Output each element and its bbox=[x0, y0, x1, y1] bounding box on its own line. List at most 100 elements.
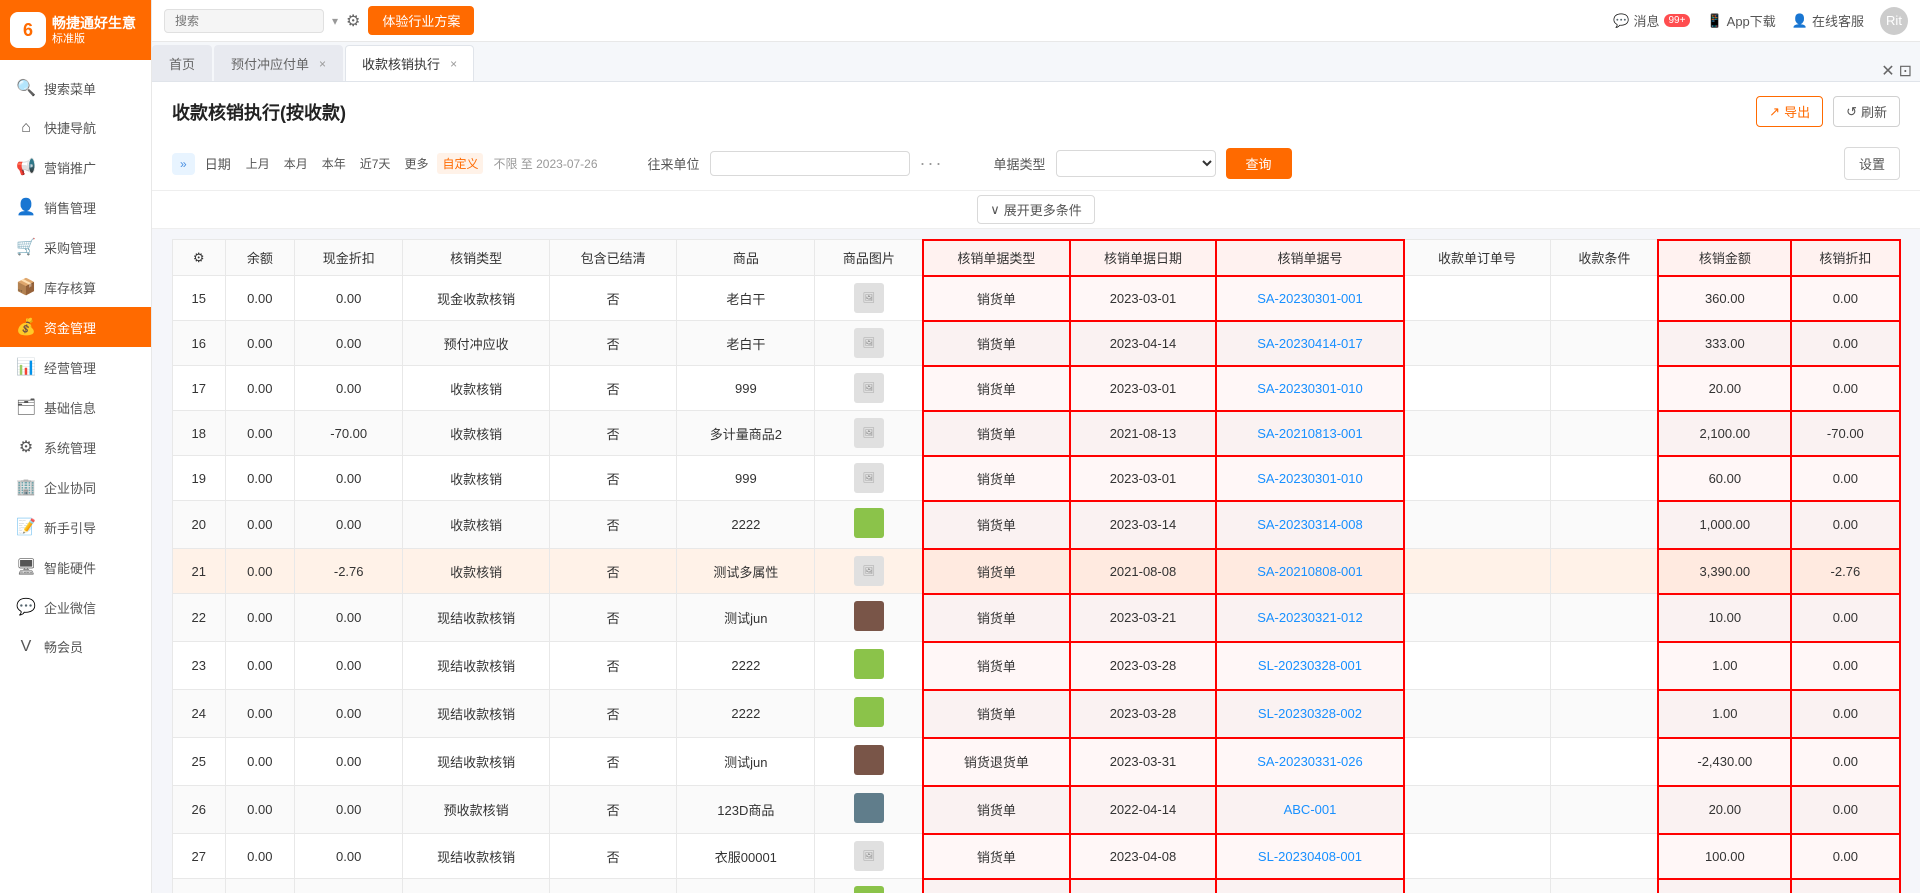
sidebar-item-system[interactable]: ⚙系统管理 bbox=[0, 427, 151, 467]
refresh-btn[interactable]: ↺ 刷新 bbox=[1833, 96, 1900, 127]
bill-no-link[interactable]: SA-20230301-010 bbox=[1257, 381, 1363, 396]
th-product: 商品 bbox=[677, 240, 815, 276]
sidebar-item-inventory[interactable]: 📦库存核算 bbox=[0, 267, 151, 307]
bill-no-link[interactable]: SA-20230301-010 bbox=[1257, 471, 1363, 486]
td-cash_discount: 0.00 bbox=[295, 456, 403, 501]
bill-no-link[interactable]: SA-20230321-012 bbox=[1257, 610, 1363, 625]
sidebar-item-finance[interactable]: 💰资金管理 bbox=[0, 307, 151, 347]
bill-no-link[interactable]: SL-20230408-001 bbox=[1258, 849, 1362, 864]
expand-left-btn[interactable]: » bbox=[172, 153, 195, 175]
gear-icon[interactable]: ⚙ bbox=[346, 11, 360, 31]
date-btn-last-month[interactable]: 上月 bbox=[241, 153, 275, 174]
tab-collection[interactable]: 收款核销执行× bbox=[345, 45, 474, 81]
td-verify_amount: 100.00 bbox=[1658, 879, 1791, 893]
td-product: 2222 bbox=[677, 690, 815, 738]
sidebar-item-sales[interactable]: 👤销售管理 bbox=[0, 187, 151, 227]
table-row: 220.000.00现结收款核销否测试jun销货单2023-03-21SA-20… bbox=[173, 594, 1900, 642]
td-collect_order_no bbox=[1404, 879, 1551, 893]
bill-no-link[interactable]: SA-20230331-026 bbox=[1257, 754, 1363, 769]
tab-prepay[interactable]: 预付冲应付单× bbox=[214, 45, 343, 81]
td-collect_condition bbox=[1550, 879, 1658, 893]
td-verify_type: 预收款核销 bbox=[403, 786, 550, 834]
date-btn-7days[interactable]: 近7天 bbox=[355, 153, 396, 174]
industry-btn[interactable]: 体验行业方案 bbox=[368, 6, 474, 35]
th-verify_bill_no: 核销单据号 bbox=[1216, 240, 1403, 276]
bill-type-select[interactable] bbox=[1056, 150, 1216, 177]
bill-no-link[interactable]: SL-20230328-002 bbox=[1258, 706, 1362, 721]
sidebar-item-hardware[interactable]: 🖥智能硬件 bbox=[0, 547, 151, 587]
date-btn-custom[interactable]: 自定义 bbox=[437, 153, 483, 174]
sidebar-item-label-search: 搜索菜单 bbox=[44, 79, 96, 98]
tab-close-collection[interactable]: × bbox=[450, 57, 457, 71]
td-collect_order_no bbox=[1404, 594, 1551, 642]
message-btn[interactable]: 💬 消息 99+ bbox=[1613, 11, 1690, 30]
tab-close-prepay[interactable]: × bbox=[319, 57, 326, 71]
date-btn-more[interactable]: 更多 bbox=[399, 153, 433, 174]
td-verify_bill_no: SA-20210813-001 bbox=[1216, 411, 1403, 456]
sidebar-item-search[interactable]: 🔍 搜索菜单 bbox=[0, 68, 151, 108]
bill-no-link[interactable]: SA-20210813-001 bbox=[1257, 426, 1363, 441]
bill-no-link[interactable]: ABC-001 bbox=[1284, 802, 1337, 817]
expand-more-btn[interactable]: ∨ 展开更多条件 bbox=[977, 195, 1095, 224]
search-icon: 🔍 bbox=[16, 78, 36, 98]
service-btn[interactable]: 👤 在线客服 bbox=[1792, 11, 1864, 30]
sidebar-item-guide[interactable]: 📝新手引导 bbox=[0, 507, 151, 547]
topbar-search-input[interactable] bbox=[164, 9, 324, 33]
td-verify_type: 现金收款核销 bbox=[403, 276, 550, 321]
td-product: 老白干 bbox=[677, 321, 815, 366]
td-include_settled: 否 bbox=[549, 642, 676, 690]
th-collect_order_no: 收款单订单号 bbox=[1404, 240, 1551, 276]
td-balance: 0.00 bbox=[225, 594, 295, 642]
td-product_img bbox=[815, 786, 923, 834]
td-verify_amount: -2,430.00 bbox=[1658, 738, 1791, 786]
sidebar-item-purchase[interactable]: 🛒采购管理 bbox=[0, 227, 151, 267]
setting-btn[interactable]: 设置 bbox=[1844, 147, 1900, 180]
topbar-left: ▾ ⚙ 体验行业方案 bbox=[164, 6, 1601, 35]
date-label: 日期 bbox=[205, 154, 231, 173]
dots-btn[interactable]: ··· bbox=[920, 153, 944, 174]
sidebar-item-wechat[interactable]: 💬企业微信 bbox=[0, 587, 151, 627]
export-btn[interactable]: ↗ 导出 bbox=[1756, 96, 1823, 127]
sidebar-item-operation[interactable]: 📊经营管理 bbox=[0, 347, 151, 387]
user-avatar[interactable]: Rit bbox=[1880, 7, 1908, 35]
bill-no-link[interactable]: SA-20210808-001 bbox=[1257, 564, 1363, 579]
td-verify_discount: 0.00 bbox=[1791, 321, 1899, 366]
tab-home[interactable]: 首页 bbox=[152, 45, 212, 81]
maximize-tab-icon[interactable]: ⊡ bbox=[1899, 61, 1912, 81]
td-collect_condition bbox=[1550, 411, 1658, 456]
td-settings: 25 bbox=[173, 738, 226, 786]
td-collect_condition bbox=[1550, 834, 1658, 879]
td-include_settled: 否 bbox=[549, 594, 676, 642]
app-download-btn[interactable]: 📱 App下载 bbox=[1706, 11, 1775, 30]
hardware-icon: 🖥 bbox=[16, 557, 36, 577]
data-table: ⚙余额现金折扣核销类型包含已结清商品商品图片核销单据类型核销单据日期核销单据号收… bbox=[172, 239, 1900, 893]
td-verify_bill_no: SA-20230314-008 bbox=[1216, 501, 1403, 549]
query-btn[interactable]: 查询 bbox=[1226, 148, 1292, 179]
date-btn-this-year[interactable]: 本年 bbox=[317, 153, 351, 174]
dropdown-icon[interactable]: ▾ bbox=[332, 14, 338, 28]
sidebar-item-member[interactable]: V畅会员 bbox=[0, 627, 151, 666]
basic-icon: 🗂 bbox=[16, 397, 36, 417]
td-collect_order_no bbox=[1404, 501, 1551, 549]
bill-no-link[interactable]: SA-20230414-017 bbox=[1257, 336, 1363, 351]
td-collect_condition bbox=[1550, 738, 1658, 786]
date-btn-this-month[interactable]: 本月 bbox=[279, 153, 313, 174]
sidebar-item-corp[interactable]: 🏢企业协同 bbox=[0, 467, 151, 507]
topbar-right: 💬 消息 99+ 📱 App下载 👤 在线客服 Rit bbox=[1613, 7, 1908, 35]
td-verify_bill_type: 销货单 bbox=[923, 276, 1070, 321]
td-collect_order_no bbox=[1404, 738, 1551, 786]
close-tab-icon[interactable]: ✕ bbox=[1881, 61, 1894, 81]
bill-no-link[interactable]: SL-20230328-001 bbox=[1258, 658, 1362, 673]
sidebar-item-quicknav[interactable]: ⌂快捷导航 bbox=[0, 108, 151, 147]
td-verify_bill_date: 2023-03-14 bbox=[1070, 501, 1217, 549]
topbar: ▾ ⚙ 体验行业方案 💬 消息 99+ 📱 App下载 👤 在线客服 Rit bbox=[152, 0, 1920, 42]
bill-no-link[interactable]: SA-20230301-001 bbox=[1257, 291, 1363, 306]
sidebar-item-marketing[interactable]: 📢营销推广 bbox=[0, 147, 151, 187]
bill-no-link[interactable]: SA-20230314-008 bbox=[1257, 517, 1363, 532]
td-verify_type: 收款核销 bbox=[403, 411, 550, 456]
td-verify_amount: 100.00 bbox=[1658, 834, 1791, 879]
sidebar-item-basic[interactable]: 🗂基础信息 bbox=[0, 387, 151, 427]
export-icon: ↗ bbox=[1769, 104, 1780, 120]
td-verify_amount: 20.00 bbox=[1658, 366, 1791, 411]
counterpart-input[interactable] bbox=[710, 151, 910, 176]
